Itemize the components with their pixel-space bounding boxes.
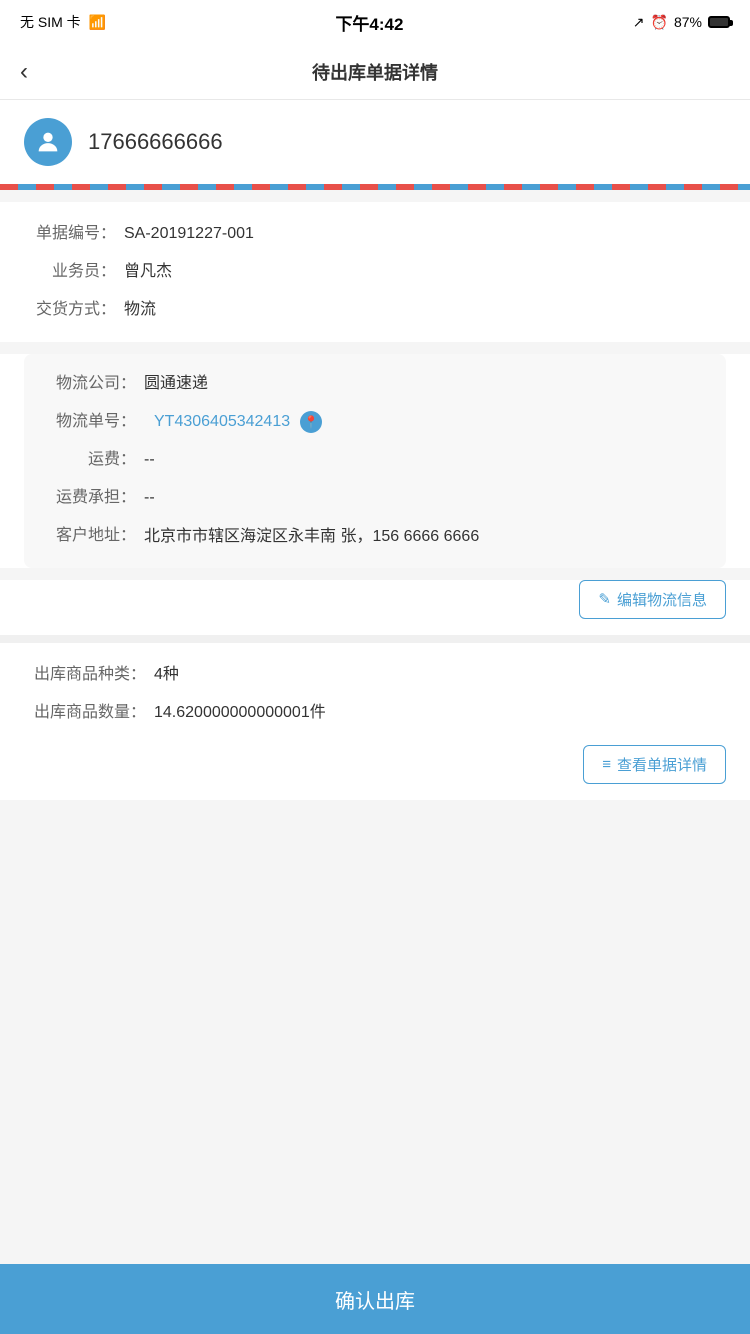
quantity-label: 出库商品数量：	[24, 701, 154, 725]
staff-value: 曾凡杰	[124, 260, 726, 284]
confirm-label: 确认出库	[335, 1285, 415, 1314]
section-divider	[0, 635, 750, 643]
tracking-value: YT4306405342413	[154, 410, 290, 434]
edit-icon: ✎	[598, 590, 611, 608]
freight-value: --	[144, 448, 706, 472]
delivery-row: 交货方式： 物流	[24, 298, 726, 322]
delivery-value: 物流	[124, 298, 726, 322]
status-bar: 无 SIM 卡 📶 下午4:42 ↗ ⏰ 87%	[0, 0, 750, 44]
edit-logistics-button[interactable]: ✎ 编辑物流信息	[579, 580, 726, 619]
confirm-button[interactable]: 确认出库	[0, 1264, 750, 1334]
nav-bar: ‹ 待出库单据详情	[0, 44, 750, 100]
dashed-divider	[0, 184, 750, 190]
tracking-row: 物流单号： YT4306405342413 📍	[44, 410, 706, 434]
quantity-value: 14.620000000000001件	[154, 701, 726, 725]
category-row: 出库商品种类： 4种	[24, 663, 726, 687]
order-number-label: 单据编号：	[24, 222, 124, 246]
detail-icon: ≡	[602, 756, 611, 773]
logistics-card: 物流公司： 圆通速递 物流单号： YT4306405342413 📍 运费： -…	[24, 354, 726, 568]
delivery-label: 交货方式：	[24, 298, 124, 322]
address-value: 北京市市辖区海淀区永丰南 张，156 6666 6666	[144, 524, 706, 550]
category-value: 4种	[154, 663, 726, 687]
logistics-wrapper: 物流公司： 圆通速递 物流单号： YT4306405342413 📍 运费： -…	[0, 354, 750, 568]
category-label: 出库商品种类：	[24, 663, 154, 687]
staff-label: 业务员：	[24, 260, 124, 284]
battery-level: 87%	[674, 14, 702, 30]
view-detail-btn-container: ≡ 查看单据详情	[0, 745, 750, 800]
quantity-row: 出库商品数量： 14.620000000000001件	[24, 701, 726, 725]
battery-icon	[708, 16, 730, 28]
logistics-company-label: 物流公司：	[44, 372, 144, 396]
sim-label: 无 SIM 卡	[20, 12, 81, 32]
page-title: 待出库单据详情	[312, 59, 438, 85]
customer-phone: 17666666666	[88, 129, 223, 155]
freight-bearer-label: 运费承担：	[44, 486, 144, 510]
status-right: ↗ ⏰ 87%	[633, 14, 730, 31]
address-label: 客户地址：	[44, 524, 144, 548]
alarm-icon: ⏰	[651, 14, 668, 31]
logistics-company-row: 物流公司： 圆通速递	[44, 372, 706, 396]
logistics-company-value: 圆通速递	[144, 372, 706, 396]
back-button[interactable]: ‹	[20, 58, 28, 86]
location-icon[interactable]: 📍	[300, 411, 322, 433]
edit-btn-container: ✎ 编辑物流信息	[0, 580, 750, 635]
location-icon: ↗	[633, 14, 645, 31]
view-detail-label: 查看单据详情	[617, 754, 707, 775]
bottom-spacer	[0, 800, 750, 980]
address-row: 客户地址： 北京市市辖区海淀区永丰南 张，156 6666 6666	[44, 524, 706, 550]
status-time: 下午4:42	[335, 10, 403, 35]
view-detail-button[interactable]: ≡ 查看单据详情	[583, 745, 726, 784]
order-info-section: 单据编号： SA-20191227-001 业务员： 曾凡杰 交货方式： 物流	[0, 202, 750, 342]
freight-bearer-value: --	[144, 486, 706, 510]
order-number-value: SA-20191227-001	[124, 222, 726, 246]
freight-row: 运费： --	[44, 448, 706, 472]
customer-avatar	[24, 118, 72, 166]
order-number-row: 单据编号： SA-20191227-001	[24, 222, 726, 246]
status-left: 无 SIM 卡 📶	[20, 12, 106, 32]
freight-label: 运费：	[44, 448, 144, 472]
staff-row: 业务员： 曾凡杰	[24, 260, 726, 284]
tracking-label: 物流单号：	[44, 410, 144, 434]
freight-bearer-row: 运费承担： --	[44, 486, 706, 510]
edit-logistics-label: 编辑物流信息	[617, 589, 707, 610]
summary-section: 出库商品种类： 4种 出库商品数量： 14.620000000000001件	[0, 643, 750, 745]
customer-header: 17666666666	[0, 100, 750, 184]
wifi-icon: 📶	[89, 14, 106, 31]
